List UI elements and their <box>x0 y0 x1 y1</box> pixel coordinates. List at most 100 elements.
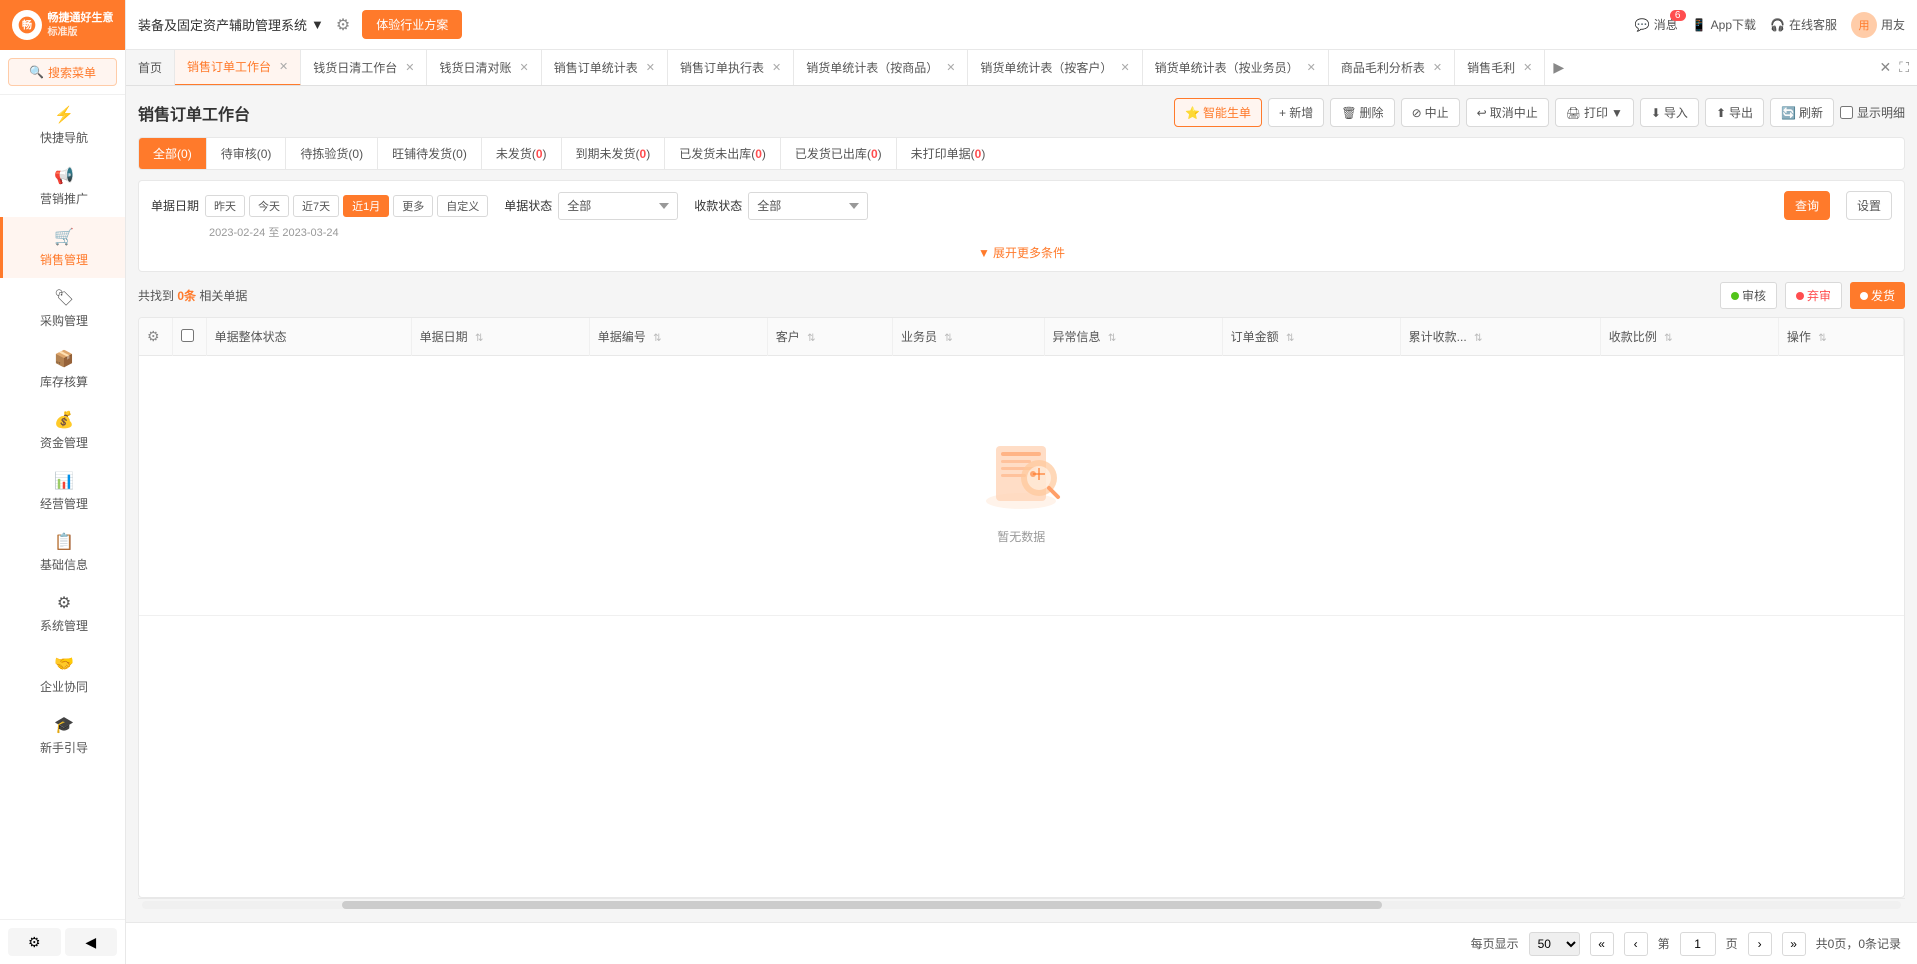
expand-filter-button[interactable]: ▼ 展开更多条件 <box>151 244 1892 261</box>
topbar-settings-icon[interactable]: ⚙ <box>332 11 354 39</box>
sidebar-settings-button[interactable]: ⚙ <box>8 928 61 956</box>
filter-status-select[interactable]: 全部 <box>558 192 678 220</box>
sub-tab-shipped-out[interactable]: 已发货已出库(0) <box>781 138 897 169</box>
sidebar-item-newbie[interactable]: 🎓 新手引导 <box>0 705 125 766</box>
tab-maximize-icon[interactable]: ⛶ <box>1895 57 1913 78</box>
col-customer-header[interactable]: 客户 <box>767 318 892 356</box>
tab-sales-order-exec[interactable]: 销售订单执行表 ✕ <box>668 50 794 86</box>
tab-close-product-margin[interactable]: ✕ <box>1433 61 1442 74</box>
bulk-action-buttons: 审核 弃审 发货 <box>1720 282 1905 309</box>
tab-close-sales-order-stats[interactable]: ✕ <box>646 61 655 74</box>
show-detail-checkbox[interactable] <box>1840 106 1853 119</box>
new-button[interactable]: + 新增 <box>1268 98 1324 127</box>
sidebar-item-basic[interactable]: 📋 基础信息 <box>0 522 125 583</box>
filter-date-1month[interactable]: 近1月 <box>343 195 389 217</box>
tab-sales-profit[interactable]: 销售毛利 ✕ <box>1455 50 1545 86</box>
tab-home[interactable]: 首页 <box>126 50 175 86</box>
tab-close-sales-profit[interactable]: ✕ <box>1523 61 1532 74</box>
sidebar-item-purchase[interactable]: 🏷 采购管理 <box>0 278 125 339</box>
tab-sales-stats-staff[interactable]: 销货单统计表（按业务员） ✕ <box>1143 50 1329 86</box>
tab-sales-stats-customer[interactable]: 销货单统计表（按客户） ✕ <box>968 50 1142 86</box>
message-button[interactable]: 💬 消息 6 <box>1635 16 1678 33</box>
tab-close-sales-stats-customer[interactable]: ✕ <box>1120 61 1129 74</box>
tab-refresh-icon[interactable]: ✕ <box>1875 57 1895 78</box>
filter-date-yesterday[interactable]: 昨天 <box>205 195 245 217</box>
col-number-header[interactable]: 单据编号 <box>589 318 767 356</box>
import-button[interactable]: ⬇ 导入 <box>1640 98 1699 127</box>
sub-tab-all[interactable]: 全部(0) <box>139 138 207 169</box>
tab-close-sales-order-workbench[interactable]: ✕ <box>279 60 288 73</box>
sub-tab-pending-review[interactable]: 待审核(0) <box>207 138 287 169</box>
query-button[interactable]: 查询 <box>1784 191 1830 220</box>
tab-product-margin[interactable]: 商品毛利分析表 ✕ <box>1329 50 1455 86</box>
stop-button[interactable]: ⊘ 中止 <box>1401 98 1460 127</box>
filter-date-today[interactable]: 今天 <box>249 195 289 217</box>
page-number-input[interactable] <box>1680 932 1716 956</box>
prev-page-button[interactable]: ‹ <box>1624 932 1648 956</box>
tab-more-button[interactable]: ▶ <box>1545 59 1572 76</box>
column-settings-icon[interactable]: ⚙ <box>147 328 160 344</box>
next-page-button[interactable]: › <box>1748 932 1772 956</box>
col-anomaly-header[interactable]: 异常信息 <box>1044 318 1222 356</box>
sidebar-collapse-button[interactable]: ◀ <box>65 928 118 956</box>
col-status-header[interactable]: 单据整体状态 <box>206 318 411 356</box>
sub-tab-not-shipped[interactable]: 未发货(0) <box>482 138 562 169</box>
tab-cash-daily[interactable]: 钱货日清工作台 ✕ <box>301 50 427 86</box>
search-menu-button[interactable]: 🔍 搜索菜单 <box>8 58 117 86</box>
last-page-button[interactable]: » <box>1782 932 1806 956</box>
print-button[interactable]: 🖨 打印 ▼ <box>1555 98 1634 127</box>
industry-solution-button[interactable]: 体验行业方案 <box>362 10 462 39</box>
sub-tab-expired-not-shipped[interactable]: 到期未发货(0) <box>562 138 666 169</box>
cancel-stop-button[interactable]: ↩ 取消中止 <box>1466 98 1549 127</box>
page-size-select[interactable]: 50 10 20 100 <box>1529 932 1580 956</box>
cancel-audit-button[interactable]: 弃审 <box>1785 282 1842 309</box>
filter-date-7days[interactable]: 近7天 <box>293 195 339 217</box>
system-selector[interactable]: 装备及固定资产辅助管理系统 ▼ <box>138 15 324 34</box>
col-amount-header[interactable]: 订单金额 <box>1222 318 1400 356</box>
sidebar-item-operations[interactable]: 📊 经营管理 <box>0 461 125 522</box>
select-all-checkbox[interactable] <box>181 329 194 342</box>
col-date-header[interactable]: 单据日期 <box>411 318 589 356</box>
filter-payment-select[interactable]: 全部 <box>748 192 868 220</box>
sidebar-item-inventory[interactable]: 📦 库存核算 <box>0 339 125 400</box>
sidebar-item-marketing[interactable]: 📢 营销推广 <box>0 156 125 217</box>
sub-tab-pending-inspect[interactable]: 待拣验货(0) <box>286 138 378 169</box>
col-collected-header[interactable]: 累计收款... <box>1400 318 1600 356</box>
online-service-button[interactable]: 🎧 在线客服 <box>1770 16 1837 33</box>
tab-close-cash-daily[interactable]: ✕ <box>405 61 414 74</box>
first-page-button[interactable]: « <box>1590 932 1614 956</box>
scroll-thumb[interactable] <box>342 901 1382 909</box>
tab-sales-order-stats[interactable]: 销售订单统计表 ✕ <box>542 50 668 86</box>
horizontal-scrollbar[interactable] <box>138 898 1905 910</box>
scroll-track[interactable] <box>142 901 1901 909</box>
tab-cash-reconcile[interactable]: 钱货日清对账 ✕ <box>427 50 541 86</box>
smart-create-button[interactable]: ⭐ 智能生单 <box>1174 98 1262 127</box>
sidebar-item-finance[interactable]: 💰 资金管理 <box>0 400 125 461</box>
user-menu-button[interactable]: 用 用友 <box>1851 12 1905 38</box>
tab-sales-order-workbench[interactable]: 销售订单工作台 ✕ <box>175 50 301 86</box>
tab-close-sales-stats-staff[interactable]: ✕ <box>1307 61 1316 74</box>
filter-date-more[interactable]: 更多 <box>393 195 433 217</box>
ship-button[interactable]: 发货 <box>1850 282 1905 309</box>
show-detail-checkbox-label[interactable]: 显示明细 <box>1840 104 1905 121</box>
sub-tab-shipped-not-out[interactable]: 已发货未出库(0) <box>665 138 781 169</box>
delete-button[interactable]: 🗑 删除 <box>1330 98 1394 127</box>
sub-tab-wangpu-pending[interactable]: 旺铺待发货(0) <box>378 138 482 169</box>
filter-settings-button[interactable]: 设置 <box>1846 191 1892 220</box>
filter-date-custom[interactable]: 自定义 <box>437 195 488 217</box>
import-icon: ⬇ <box>1651 106 1661 120</box>
tab-close-sales-stats-product[interactable]: ✕ <box>946 61 955 74</box>
sub-tab-not-printed[interactable]: 未打印单据(0) <box>897 138 1000 169</box>
audit-button[interactable]: 审核 <box>1720 282 1777 309</box>
export-button[interactable]: ⬆ 导出 <box>1705 98 1764 127</box>
sidebar-item-enterprise[interactable]: 🤝 企业协同 <box>0 644 125 705</box>
col-staff-header[interactable]: 业务员 <box>892 318 1044 356</box>
tab-close-cash-reconcile[interactable]: ✕ <box>520 61 529 74</box>
refresh-button[interactable]: 🔄 刷新 <box>1770 98 1834 127</box>
sidebar-item-sales[interactable]: 🛒 销售管理 <box>0 217 125 278</box>
sidebar-item-quick-nav[interactable]: ⚡ 快捷导航 <box>0 95 125 156</box>
tab-sales-stats-product[interactable]: 销货单统计表（按商品） ✕ <box>794 50 968 86</box>
app-download-button[interactable]: 📱 App下载 <box>1692 16 1756 33</box>
sidebar-item-system[interactable]: ⚙ 系统管理 <box>0 583 125 644</box>
tab-close-sales-order-exec[interactable]: ✕ <box>772 61 781 74</box>
